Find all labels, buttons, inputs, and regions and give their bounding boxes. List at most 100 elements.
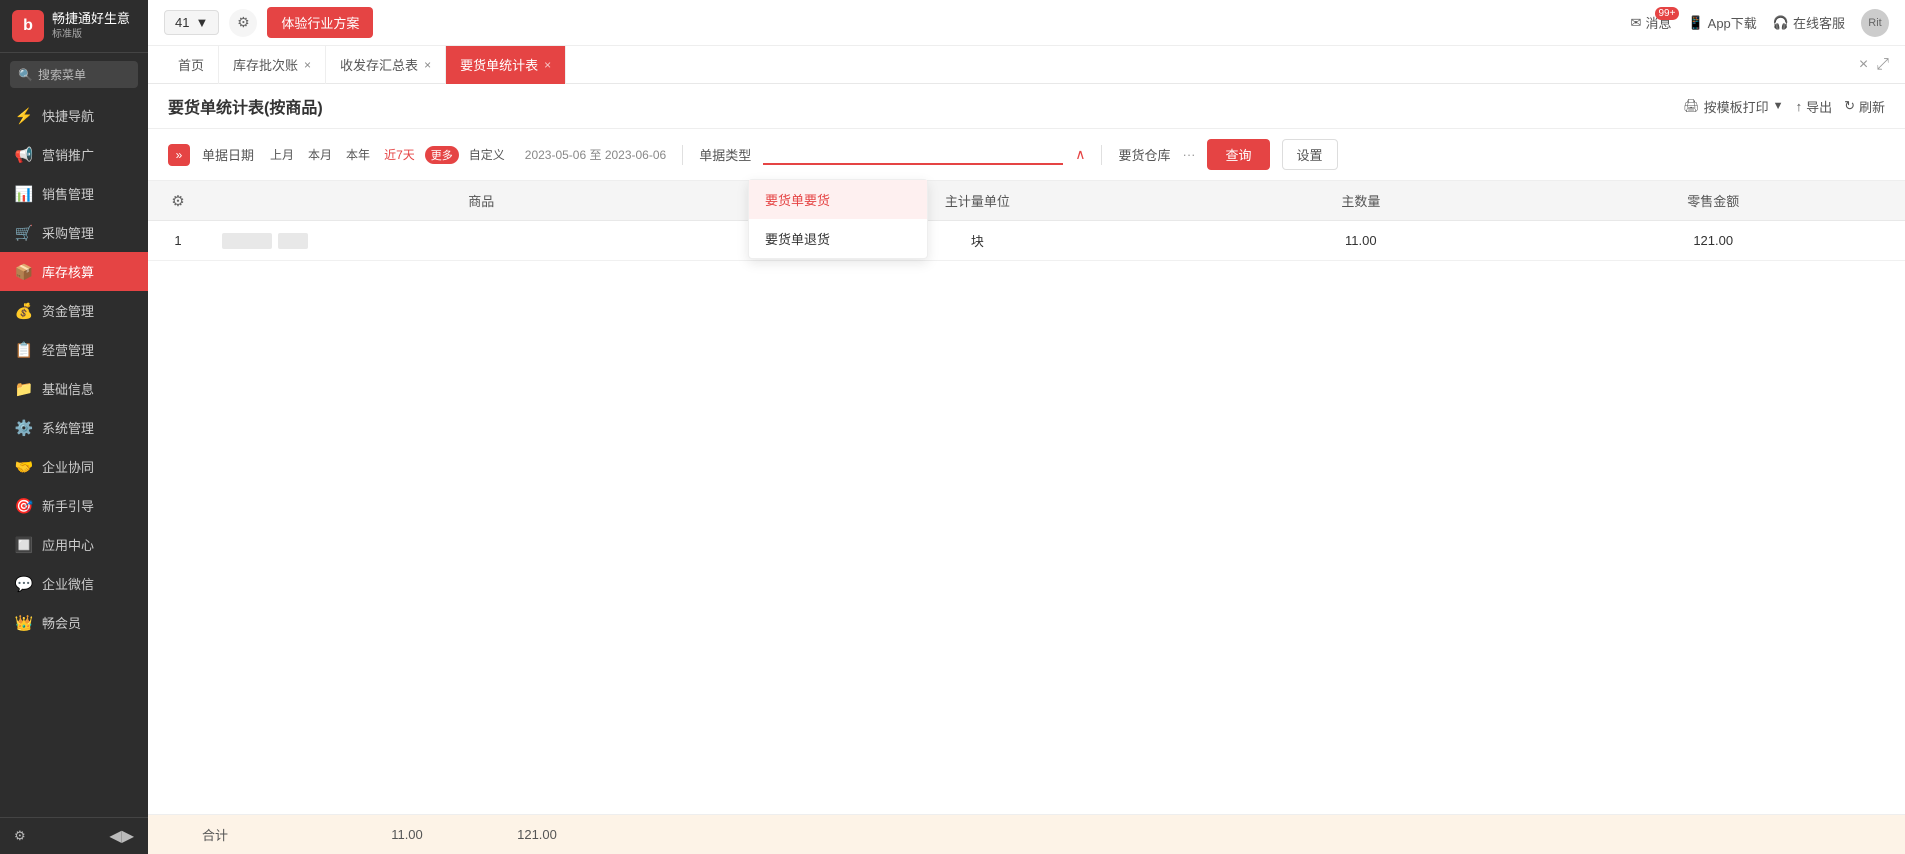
tab-bar: 首页 库存批次账 × 收发存汇总表 × 要货单统计表 × × ⤢ [148,46,1905,84]
tab-close-collect-summary[interactable]: × [424,58,431,72]
sidebar-item-purchase[interactable]: 🛒 采购管理 [0,213,148,252]
sidebar-item-operations[interactable]: 📋 经营管理 [0,330,148,369]
table-body: 1 块 11.00 121.00 [148,221,1905,261]
cell-amount: 121.00 [1521,221,1905,261]
cell-seq: 1 [148,221,208,261]
online-service-button[interactable]: 🎧 在线客服 [1773,13,1845,32]
cell-product [208,221,754,261]
search-icon: 🔍 [18,68,33,82]
sidebar-item-newbie[interactable]: 🎯 新手引导 [0,486,148,525]
product-placeholder [222,233,272,249]
user-avatar[interactable]: Rit [1861,9,1889,37]
dropdown-item-return[interactable]: 要货单退货 [749,219,927,258]
date-btn-prev-month[interactable]: 上月 [266,144,298,165]
sidebar-item-marketing[interactable]: 📢 营销推广 [0,135,148,174]
app-download-button[interactable]: 📱 App下载 [1687,13,1756,32]
col-quantity-header: 主数量 [1200,181,1521,221]
tab-order-summary[interactable]: 要货单统计表 × [446,46,566,84]
sidebar-item-inventory[interactable]: 📦 库存核算 [0,252,148,291]
sidebar-icon: 💰 [14,302,34,320]
filter-divider2 [1101,145,1102,165]
sidebar-icon: 🎯 [14,497,34,515]
sidebar-bottom: ⚙ ◀▶ [0,817,148,854]
product-placeholder2 [278,233,308,249]
date-btn-year[interactable]: 本年 [342,144,374,165]
app-logo-icon: b [12,10,44,42]
sidebar-icon: 📋 [14,341,34,359]
sidebar-item-enterprise[interactable]: 🤝 企业协同 [0,447,148,486]
expand-icon[interactable]: ⤢ [1876,56,1889,74]
type-input[interactable] [763,144,1063,165]
filter-expand-button[interactable]: » [168,144,190,166]
date-btn-custom[interactable]: 自定义 [465,144,509,165]
sidebar-item-quick-nav[interactable]: ⚡ 快捷导航 [0,96,148,135]
sidebar-item-system[interactable]: ⚙️ 系统管理 [0,408,148,447]
sidebar-icon: 📊 [14,185,34,203]
sidebar-item-member[interactable]: 👑 畅会员 [0,603,148,642]
query-button[interactable]: 查询 [1207,139,1269,170]
page-header-actions: 🖨 按模板打印 ▼ ↑ 导出 ↻ 刷新 [1683,97,1885,116]
close-all-icon[interactable]: × [1859,56,1868,74]
date-btn-current-month[interactable]: 本月 [304,144,336,165]
dropdown-item-requisition[interactable]: 要货单要货 [749,180,927,219]
type-dropdown-arrow[interactable]: ∧ [1075,146,1085,163]
sidebar-item-basics[interactable]: 📁 基础信息 [0,369,148,408]
export-button[interactable]: ↑ 导出 [1796,97,1833,116]
sidebar-item-appstore[interactable]: 🔲 应用中心 [0,525,148,564]
tab-collect-summary[interactable]: 收发存汇总表 × [326,46,446,84]
sidebar-icon: ⚙️ [14,419,34,437]
table-container: ⚙ 商品 主计量单位 主数量 零售金额 1 [148,181,1905,814]
message-icon: ✉ [1631,15,1642,31]
col-settings-header[interactable]: ⚙ [148,181,208,221]
gear-button[interactable]: ⚙ [229,9,257,37]
top-header: 41 ▼ ⚙ 体验行业方案 ✉ 消息 99+ 📱 App下载 🎧 在线客服 Ri… [148,0,1905,46]
filter-divider [682,145,683,165]
tab-batch-account[interactable]: 库存批次账 × [219,46,326,84]
sidebar-icon: ⚡ [14,107,34,125]
page-title: 要货单统计表(按商品) [168,94,323,118]
warehouse-label: 要货仓库 [1118,145,1170,164]
tab-close-order-summary[interactable]: × [544,58,551,72]
type-dropdown: 要货单要货 要货单退货 [748,179,928,259]
app-logo-text: 畅捷通好生意 标准版 [52,11,130,41]
print-button[interactable]: 🖨 按模板打印 ▼ [1683,97,1783,116]
settings-button[interactable]: 设置 [1282,139,1338,170]
sidebar-collapse-button[interactable]: ◀▶ [109,826,134,846]
phone-icon: 📱 [1687,15,1703,31]
date-btn-recent7[interactable]: 近7天 [380,144,419,165]
date-more-tag[interactable]: 更多 [425,146,459,164]
sidebar-item-wechat[interactable]: 💬 企业微信 [0,564,148,603]
trial-industry-button[interactable]: 体验行业方案 [267,7,373,38]
sidebar-icon: 👑 [14,614,34,632]
col-product-header: 商品 [208,181,754,221]
headset-icon: 🎧 [1773,15,1789,31]
print-icon: 🖨 [1683,98,1700,114]
column-settings-icon[interactable]: ⚙ [171,193,184,210]
footer-total-quantity: 11.00 [342,827,472,842]
settings-icon[interactable]: ⚙ [14,828,26,844]
sidebar-item-finance[interactable]: 💰 资金管理 [0,291,148,330]
type-label: 单据类型 [699,145,751,164]
tab-home[interactable]: 首页 [164,46,219,84]
sidebar-icon: 🤝 [14,458,34,476]
sidebar-icon: 📢 [14,146,34,164]
tab-close-batch-account[interactable]: × [304,58,311,72]
sidebar-item-sales[interactable]: 📊 销售管理 [0,174,148,213]
col-amount-header: 零售金额 [1521,181,1905,221]
table-header: ⚙ 商品 主计量单位 主数量 零售金额 [148,181,1905,221]
chevron-down-icon: ▼ [1773,100,1784,112]
sidebar-icon: 📦 [14,263,34,281]
main-area: 41 ▼ ⚙ 体验行业方案 ✉ 消息 99+ 📱 App下载 🎧 在线客服 Ri… [148,0,1905,854]
sidebar-nav: ⚡ 快捷导航 📢 营销推广 📊 销售管理 🛒 采购管理 📦 库存核算 💰 资金管… [0,96,148,817]
page-content: 要货单统计表(按商品) 🖨 按模板打印 ▼ ↑ 导出 ↻ 刷新 [148,84,1905,854]
refresh-button[interactable]: ↻ 刷新 [1844,97,1885,116]
date-range-display: 2023-05-06 至 2023-06-06 [525,146,666,163]
sidebar-logo: b 畅捷通好生意 标准版 [0,0,148,53]
message-button[interactable]: ✉ 消息 99+ [1631,13,1672,32]
warehouse-more-icon[interactable]: ··· [1182,147,1195,162]
sidebar-search[interactable]: 🔍 搜索菜单 [10,61,138,88]
filter-bar: » 单据日期 上月 本月 本年 近7天 更多 自定义 2023-05-06 至 … [148,129,1905,181]
table-row: 1 块 11.00 121.00 [148,221,1905,261]
store-selector[interactable]: 41 ▼ [164,10,219,35]
date-shortcuts: 上月 本月 本年 近7天 更多 自定义 [266,144,509,165]
